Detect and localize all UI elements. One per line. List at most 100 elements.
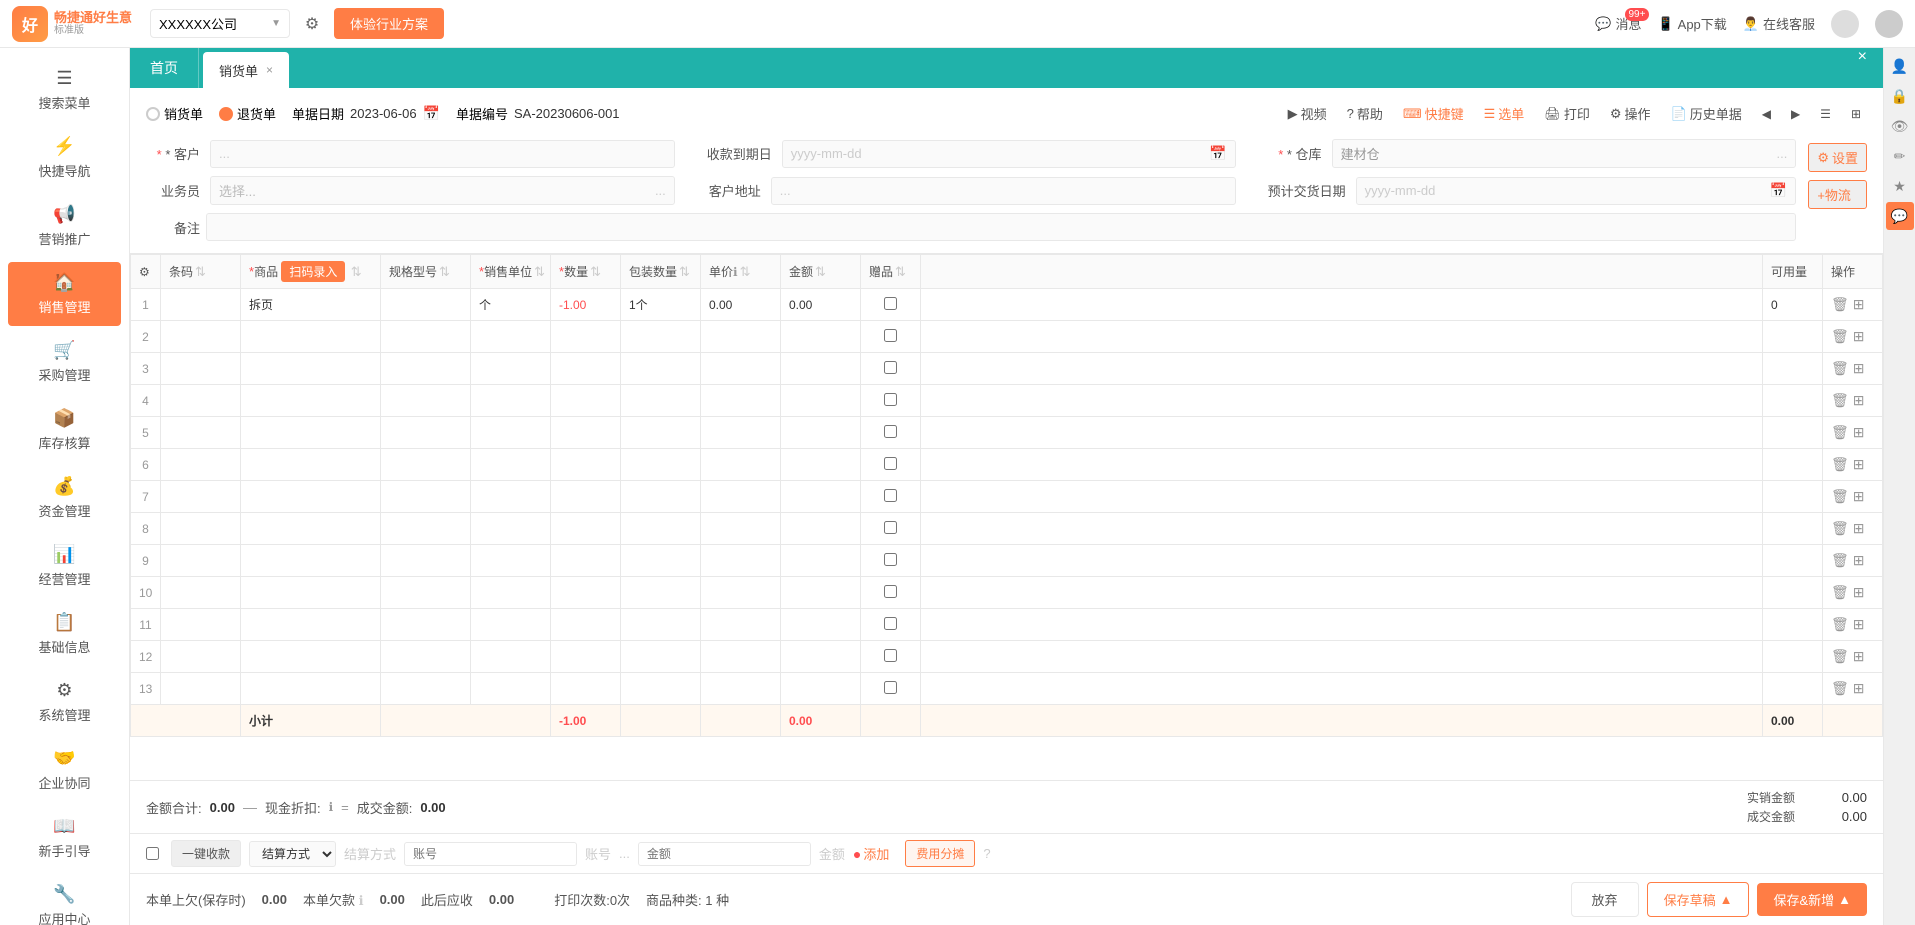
cell-remark[interactable] bbox=[921, 353, 1763, 385]
cell-unit[interactable] bbox=[471, 449, 551, 481]
delete-icon[interactable]: 🗑 bbox=[1831, 680, 1849, 697]
address-input[interactable]: ... bbox=[771, 177, 1236, 205]
cell-price[interactable] bbox=[701, 417, 781, 449]
cell-remark[interactable] bbox=[921, 321, 1763, 353]
cell-barcode[interactable] bbox=[161, 385, 241, 417]
cell-spec[interactable] bbox=[381, 577, 471, 609]
abandon-button[interactable]: 放弃 bbox=[1571, 882, 1639, 917]
cell-qty[interactable] bbox=[551, 353, 621, 385]
radio-sale[interactable]: 销货单 bbox=[146, 104, 203, 123]
sidebar-item-quick[interactable]: ⚡ 快捷导航 bbox=[8, 126, 121, 190]
gift-checkbox[interactable] bbox=[884, 521, 897, 534]
copy-icon[interactable]: ⊞ bbox=[1853, 616, 1865, 633]
cell-spec[interactable] bbox=[381, 321, 471, 353]
customer-input[interactable]: ... bbox=[210, 140, 675, 168]
cell-product[interactable] bbox=[241, 641, 381, 673]
gift-checkbox[interactable] bbox=[884, 617, 897, 630]
cell-price[interactable] bbox=[701, 321, 781, 353]
radio-return[interactable]: 退货单 bbox=[219, 104, 276, 123]
cell-barcode[interactable] bbox=[161, 449, 241, 481]
cell-unit[interactable] bbox=[471, 321, 551, 353]
scan-button[interactable]: 扫码录入 bbox=[281, 261, 345, 282]
company-select[interactable]: XXXXXX公司 ▼ bbox=[150, 9, 290, 38]
cell-spec[interactable] bbox=[381, 353, 471, 385]
rs-lock-icon[interactable]: 🔒 bbox=[1886, 82, 1914, 110]
help-btn[interactable]: ? 帮助 bbox=[1341, 100, 1389, 127]
rs-pencil-icon[interactable]: ✏ bbox=[1886, 142, 1914, 170]
tab-home[interactable]: 首页 bbox=[130, 48, 199, 88]
account-input[interactable] bbox=[404, 842, 577, 866]
cell-remark[interactable] bbox=[921, 577, 1763, 609]
copy-icon[interactable]: ⊞ bbox=[1853, 424, 1865, 441]
select-btn[interactable]: ☰ 选单 bbox=[1478, 100, 1531, 127]
cell-amount[interactable] bbox=[781, 321, 861, 353]
calc-method-select[interactable]: 结算方式 bbox=[249, 841, 336, 867]
cell-barcode[interactable] bbox=[161, 673, 241, 705]
sidebar-item-system[interactable]: ⚙ 系统管理 bbox=[8, 670, 121, 734]
amount-field[interactable] bbox=[638, 842, 811, 866]
cell-remark[interactable] bbox=[921, 417, 1763, 449]
expected-date-input[interactable]: yyyy-mm-dd 📅 bbox=[1356, 177, 1797, 205]
cell-pkgqty[interactable] bbox=[621, 321, 701, 353]
cell-product[interactable] bbox=[241, 353, 381, 385]
cell-product[interactable] bbox=[241, 577, 381, 609]
cell-remark[interactable] bbox=[921, 641, 1763, 673]
cell-product[interactable] bbox=[241, 385, 381, 417]
cell-qty[interactable] bbox=[551, 609, 621, 641]
sidebar-item-basic[interactable]: 📋 基础信息 bbox=[8, 602, 121, 666]
cell-qty[interactable] bbox=[551, 513, 621, 545]
cell-amount[interactable] bbox=[781, 673, 861, 705]
cell-price[interactable] bbox=[701, 577, 781, 609]
cell-unit[interactable] bbox=[471, 385, 551, 417]
copy-icon[interactable]: ⊞ bbox=[1853, 488, 1865, 505]
cell-remark[interactable] bbox=[921, 609, 1763, 641]
discount-info-icon[interactable]: ℹ bbox=[329, 800, 334, 814]
cell-amount[interactable] bbox=[781, 641, 861, 673]
cell-price[interactable] bbox=[701, 385, 781, 417]
cell-barcode[interactable] bbox=[161, 353, 241, 385]
cell-remark[interactable] bbox=[921, 545, 1763, 577]
delete-icon[interactable]: 🗑 bbox=[1831, 520, 1849, 537]
delete-icon[interactable]: 🗑 bbox=[1831, 616, 1849, 633]
gift-checkbox[interactable] bbox=[884, 297, 897, 310]
rs-eye-icon[interactable]: 👁 bbox=[1886, 112, 1914, 140]
cell-spec[interactable] bbox=[381, 609, 471, 641]
cell-pkgqty[interactable] bbox=[621, 481, 701, 513]
cell-barcode[interactable] bbox=[161, 609, 241, 641]
cell-remark[interactable] bbox=[921, 513, 1763, 545]
cell-product[interactable] bbox=[241, 513, 381, 545]
cell-unit[interactable] bbox=[471, 673, 551, 705]
cell-remark[interactable] bbox=[921, 449, 1763, 481]
th-settings[interactable]: ⚙ bbox=[131, 255, 161, 289]
cell-spec[interactable] bbox=[381, 513, 471, 545]
cell-pkgqty[interactable] bbox=[621, 449, 701, 481]
gift-checkbox[interactable] bbox=[884, 393, 897, 406]
gift-checkbox[interactable] bbox=[884, 585, 897, 598]
message-button[interactable]: 💬 消息 99+ bbox=[1595, 14, 1641, 33]
video-btn[interactable]: ▶ 视频 bbox=[1282, 100, 1333, 127]
tab-close-icon[interactable]: × bbox=[266, 63, 273, 77]
copy-icon[interactable]: ⊞ bbox=[1853, 680, 1865, 697]
cell-unit[interactable] bbox=[471, 609, 551, 641]
cell-qty[interactable] bbox=[551, 577, 621, 609]
cell-pkgqty[interactable] bbox=[621, 577, 701, 609]
cell-price[interactable] bbox=[701, 449, 781, 481]
nav-prev-btn[interactable]: ◀ bbox=[1756, 103, 1777, 125]
set-button[interactable]: ⚙ 设置 bbox=[1808, 143, 1867, 172]
sidebar-item-corp[interactable]: 🤝 企业协同 bbox=[8, 738, 121, 802]
sidebar-item-sales[interactable]: 🏠 销售管理 bbox=[8, 262, 121, 326]
payment-help-icon[interactable]: ? bbox=[983, 846, 990, 861]
cell-spec[interactable] bbox=[381, 449, 471, 481]
print-btn[interactable]: 🖨 打印 bbox=[1538, 100, 1596, 127]
cell-spec[interactable] bbox=[381, 385, 471, 417]
cell-product[interactable] bbox=[241, 481, 381, 513]
gift-checkbox[interactable] bbox=[884, 681, 897, 694]
add-payment-button[interactable]: ● 添加 bbox=[853, 844, 889, 863]
history-btn[interactable]: 📄 历史单据 bbox=[1665, 100, 1748, 127]
expense-button[interactable]: 费用分摊 bbox=[905, 840, 975, 867]
copy-icon[interactable]: ⊞ bbox=[1853, 520, 1865, 537]
copy-icon[interactable]: ⊞ bbox=[1853, 552, 1865, 569]
cell-qty[interactable] bbox=[551, 641, 621, 673]
copy-icon[interactable]: ⊞ bbox=[1853, 392, 1865, 409]
cell-product[interactable] bbox=[241, 673, 381, 705]
